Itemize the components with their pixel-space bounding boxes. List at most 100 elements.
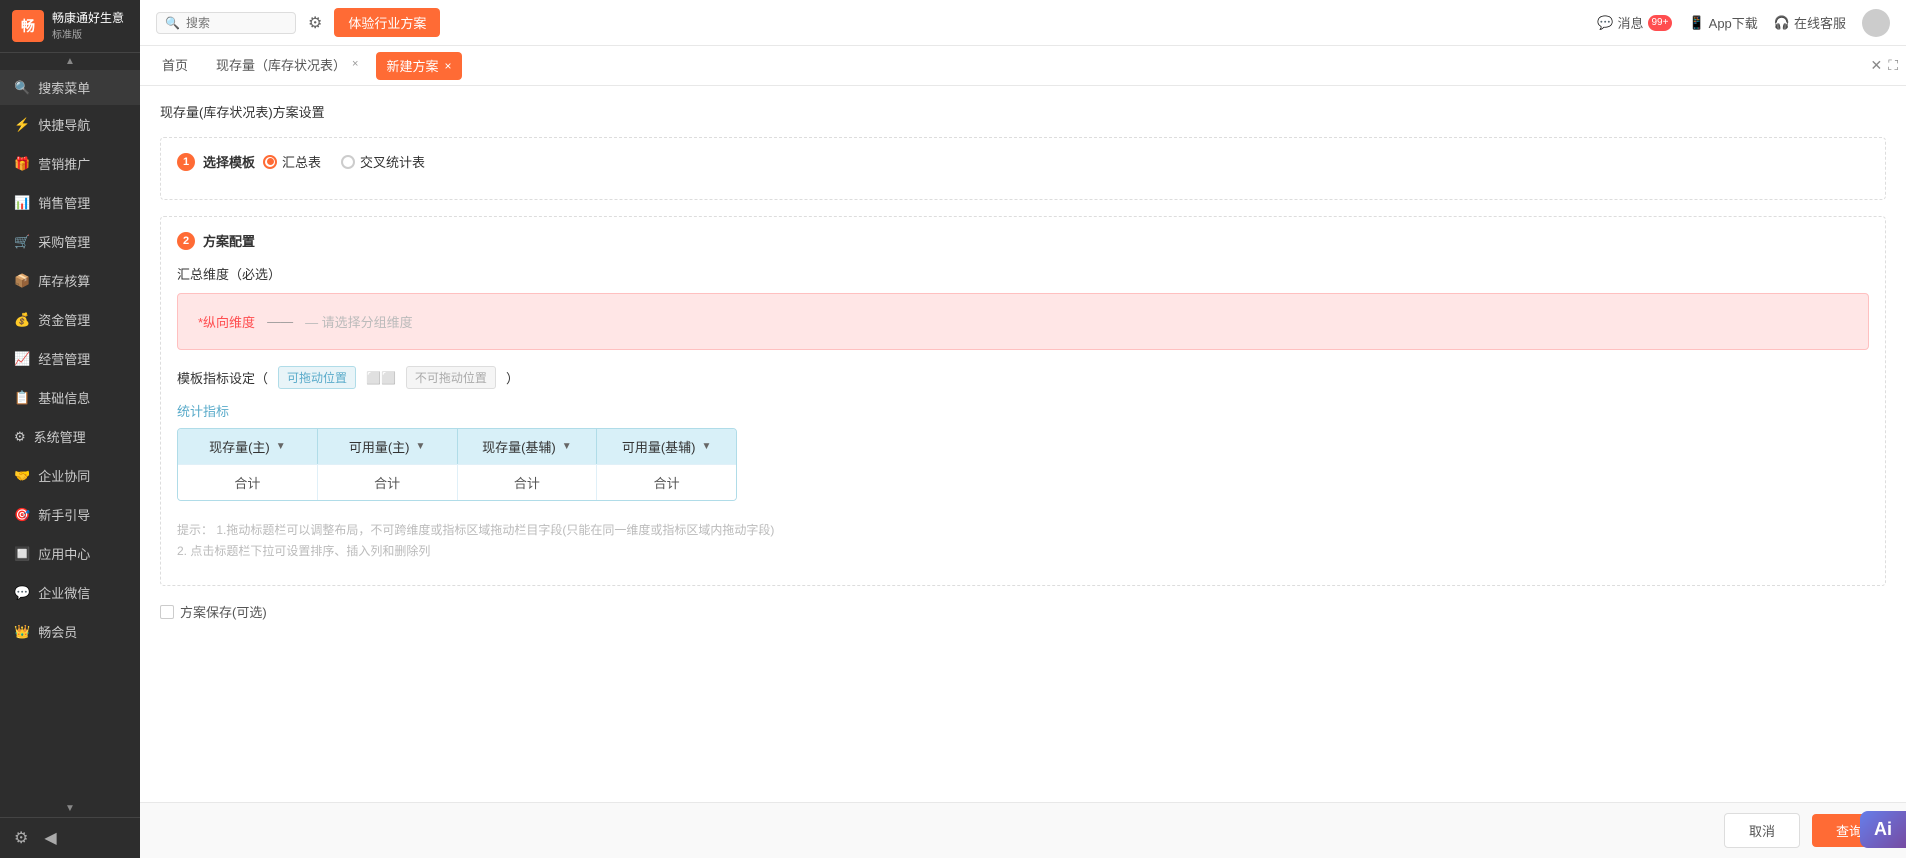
topbar-message[interactable]: 💬 消息 99+ — [1597, 13, 1672, 32]
stats-cell-0-1: 合计 — [318, 465, 458, 500]
settings-icon[interactable]: ⚙ — [14, 828, 28, 848]
topbar-gear-icon[interactable]: ⚙ — [308, 13, 322, 33]
sidebar-item-search[interactable]: 🔍 搜索菜单 — [0, 70, 140, 105]
stats-col-3-label: 可用量(基辅) — [622, 437, 696, 456]
sidebar-item-member[interactable]: 👑 畅会员 — [0, 612, 140, 651]
stats-col-0-label: 现存量(主) — [209, 437, 270, 456]
save-checkbox[interactable] — [160, 605, 174, 619]
message-label: 消息 — [1617, 13, 1643, 32]
section1-num: 1 — [177, 153, 195, 171]
topbar-search-icon: 🔍 — [165, 16, 180, 30]
sidebar: 畅 畅康通好生意 标准版 ▲ 🔍 搜索菜单 ⚡ 快捷导航 🎁 营销推广 📊 销售… — [0, 0, 140, 858]
phone-icon: 📱 — [1688, 15, 1704, 31]
sidebar-item-label: 基础信息 — [38, 388, 90, 407]
radio-summary-label: 汇总表 — [282, 152, 321, 171]
topbar-online-service[interactable]: 🎧 在线客服 — [1774, 13, 1846, 32]
app-download-label: App下载 — [1709, 13, 1758, 32]
tab-expand-icon[interactable]: ⛶ — [1888, 57, 1898, 74]
page-title: 现存量(库存状况表)方案设置 — [160, 102, 1886, 121]
cancel-button[interactable]: 取消 — [1724, 813, 1800, 848]
sidebar-bottom: ⚙ ◀ — [0, 817, 140, 858]
sidebar-item-sales[interactable]: 📊 销售管理 — [0, 183, 140, 222]
sidebar-item-label: 销售管理 — [38, 193, 90, 212]
sidebar-item-newbie[interactable]: 🎯 新手引导 — [0, 495, 140, 534]
ai-badge[interactable]: Ai — [1860, 811, 1906, 848]
user-avatar[interactable] — [1862, 9, 1890, 37]
topbar-search-input[interactable] — [186, 16, 276, 30]
col-1-chevron[interactable]: ▼ — [416, 441, 426, 452]
draggable-badge: 可拖动位置 — [278, 366, 356, 389]
sidebar-item-appstore[interactable]: 🔲 应用中心 — [0, 534, 140, 573]
template-options: 汇总表 交叉统计表 — [263, 152, 425, 171]
sidebar-item-inventory[interactable]: 📦 库存核算 — [0, 261, 140, 300]
tab-home-label: 首页 — [162, 55, 188, 74]
sidebar-item-label: 采购管理 — [38, 232, 90, 251]
sidebar-item-wechat[interactable]: 💬 企业微信 — [0, 573, 140, 612]
tab-inventory-status[interactable]: 现存量（库存状况表） × — [202, 46, 372, 86]
topbar-right: 💬 消息 99+ 📱 App下载 🎧 在线客服 — [1597, 9, 1890, 37]
content-inner: 现存量(库存状况表)方案设置 1 选择模板 汇总表 交叉统计表 — [140, 86, 1906, 802]
radio-summary[interactable]: 汇总表 — [263, 152, 321, 171]
sidebar-scroll-up[interactable]: ▲ — [0, 53, 140, 70]
stats-col-1-label: 可用量(主) — [349, 437, 410, 456]
stats-cell-0-0: 合计 — [178, 465, 318, 500]
topbar-app-download[interactable]: 📱 App下载 — [1688, 13, 1757, 32]
stats-col-3[interactable]: 可用量(基辅) ▼ — [597, 429, 736, 464]
section2-num: 2 — [177, 232, 195, 250]
sidebar-item-label: 应用中心 — [38, 544, 90, 563]
radio-cross[interactable]: 交叉统计表 — [341, 152, 425, 171]
radio-cross-dot — [341, 155, 355, 169]
app-name: 畅康通好生意 — [52, 11, 124, 27]
topbar-search-box[interactable]: 🔍 — [156, 12, 296, 34]
search-icon: 🔍 — [14, 80, 30, 96]
sidebar-item-finance[interactable]: 💰 资金管理 — [0, 300, 140, 339]
col-3-chevron[interactable]: ▼ — [702, 441, 712, 452]
sidebar-item-marketing[interactable]: 🎁 营销推广 — [0, 144, 140, 183]
sidebar-item-basic[interactable]: 📋 基础信息 — [0, 378, 140, 417]
handshake-icon: 🤝 — [14, 468, 30, 484]
dim-placeholder[interactable]: — 请选择分组维度 — [305, 312, 413, 331]
tab-home[interactable]: 首页 — [148, 46, 202, 86]
tips: 提示： 1.拖动标题栏可以调整布局，不可跨维度或指标区域拖动栏目字段(只能在同一… — [177, 513, 1869, 571]
collapse-icon[interactable]: ◀ — [44, 828, 56, 848]
sidebar-item-operations[interactable]: 📈 经营管理 — [0, 339, 140, 378]
trial-btn[interactable]: 体验行业方案 — [334, 8, 440, 37]
radio-cross-label: 交叉统计表 — [360, 152, 425, 171]
content: 现存量(库存状况表)方案设置 1 选择模板 汇总表 交叉统计表 — [140, 86, 1906, 802]
target-icon: 🎯 — [14, 507, 30, 523]
stats-col-2[interactable]: 现存量(基辅) ▼ — [458, 429, 598, 464]
stats-col-1[interactable]: 可用量(主) ▼ — [318, 429, 458, 464]
sidebar-item-quick-nav[interactable]: ⚡ 快捷导航 — [0, 105, 140, 144]
bottom-bar: 取消 查询 — [140, 802, 1906, 858]
col-2-chevron[interactable]: ▼ — [562, 441, 572, 452]
col-0-chevron[interactable]: ▼ — [276, 441, 286, 452]
stats-row-0: 合计 合计 合计 合计 — [178, 464, 736, 500]
tip-1: 提示： 1.拖动标题栏可以调整布局，不可跨维度或指标区域拖动栏目字段(只能在同一… — [177, 521, 1869, 538]
cart-icon: 🛒 — [14, 234, 30, 250]
tab-new-scheme-close[interactable]: × — [444, 59, 451, 73]
sidebar-scroll-down[interactable]: ▼ — [0, 800, 140, 817]
message-icon: 💬 — [1597, 15, 1613, 31]
online-service-label: 在线客服 — [1794, 13, 1846, 32]
quick-nav-icon: ⚡ — [14, 117, 30, 133]
stats-col-0[interactable]: 现存量(主) ▼ — [178, 429, 318, 464]
headset-icon: 🎧 — [1774, 15, 1790, 31]
sidebar-nav: 🔍 搜索菜单 ⚡ 快捷导航 🎁 营销推广 📊 销售管理 🛒 采购管理 📦 库存核… — [0, 70, 140, 800]
sidebar-item-label: 企业协同 — [38, 466, 90, 485]
sidebar-item-enterprise[interactable]: 🤝 企业协同 — [0, 456, 140, 495]
non-draggable-badge: 不可拖动位置 — [406, 366, 496, 389]
sidebar-item-label: 经营管理 — [38, 349, 90, 368]
tab-close-all-icon[interactable]: ✕ — [1870, 57, 1882, 74]
trend-icon: 📈 — [14, 351, 30, 367]
section-template: 1 选择模板 汇总表 交叉统计表 — [160, 137, 1886, 200]
sidebar-item-purchase[interactable]: 🛒 采购管理 — [0, 222, 140, 261]
tab-inventory-close[interactable]: × — [352, 59, 358, 70]
sidebar-item-label: 畅会员 — [38, 622, 77, 641]
main-area: 🔍 ⚙ 体验行业方案 💬 消息 99+ 📱 App下载 🎧 在线客服 首页 — [140, 0, 1906, 858]
section-config: 2 方案配置 汇总维度（必选） *纵向维度 —— — 请选择分组维度 模板指标设… — [160, 216, 1886, 586]
tab-new-scheme[interactable]: 新建方案 × — [376, 52, 461, 80]
sidebar-item-system[interactable]: ⚙ 系统管理 — [0, 417, 140, 456]
save-option: 方案保存(可选) — [160, 602, 1886, 621]
message-badge: 99+ — [1648, 15, 1673, 31]
indicator-setting-suffix-pre: ⬜⬜ — [366, 371, 396, 385]
